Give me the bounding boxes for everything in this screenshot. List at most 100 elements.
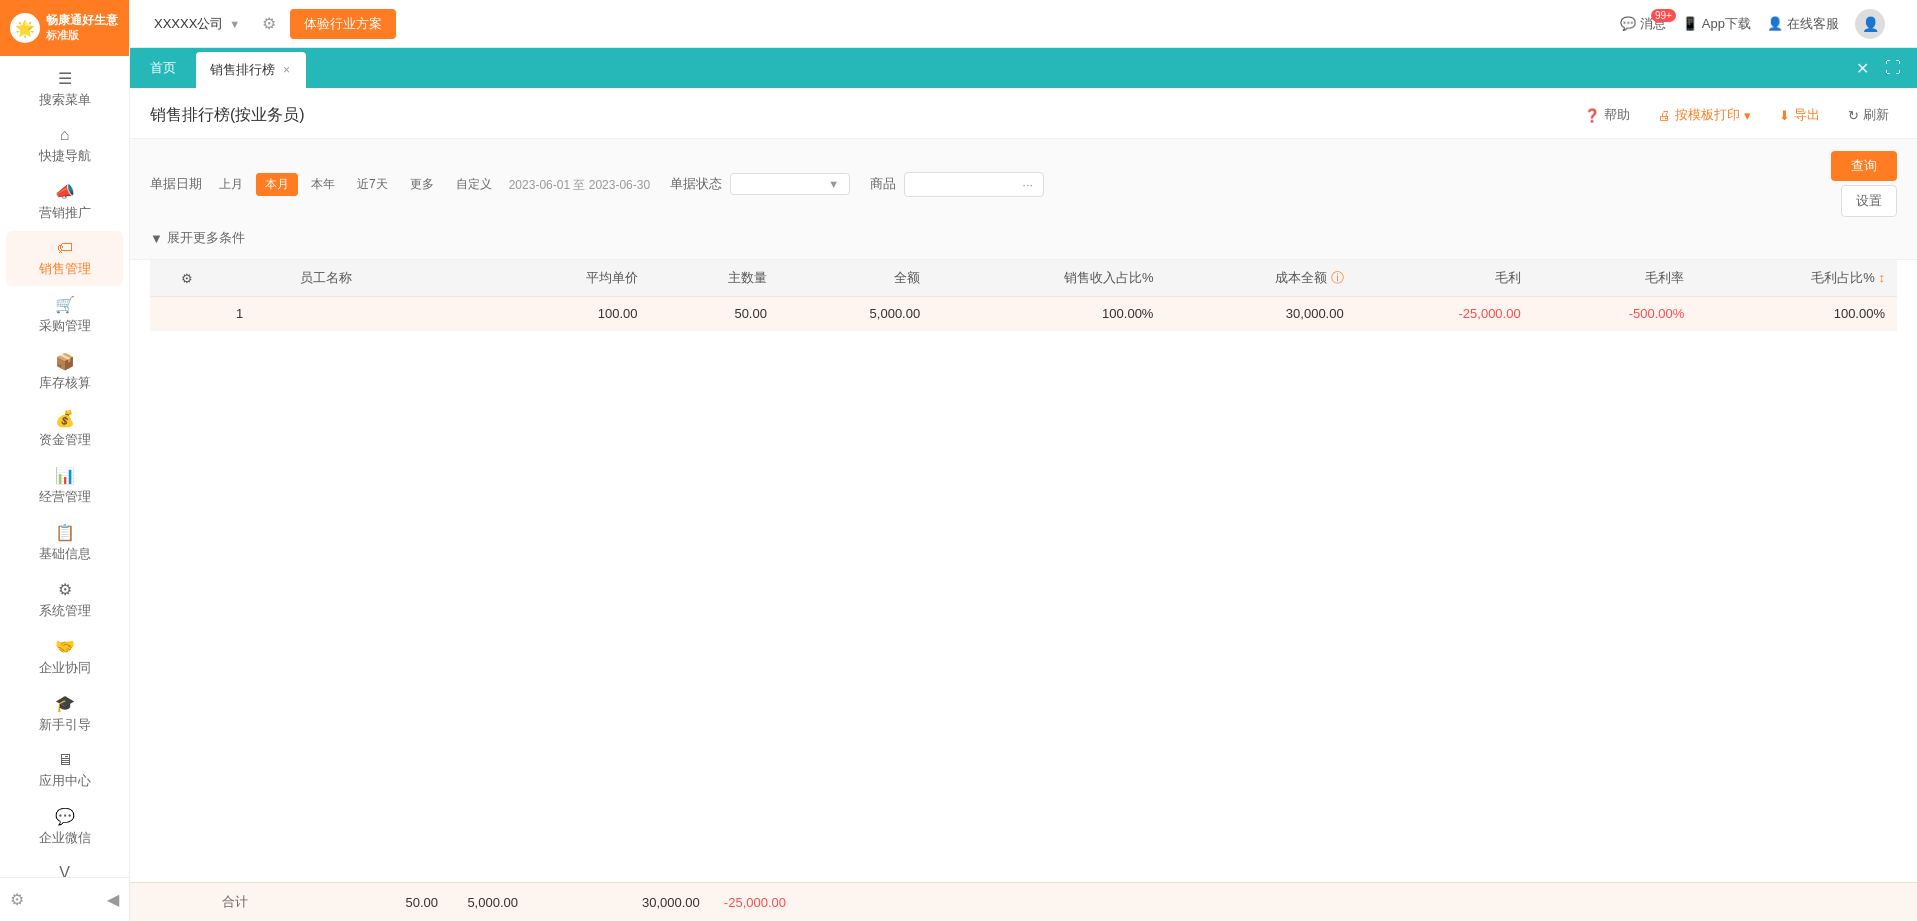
more-btn[interactable]: 更多 xyxy=(401,173,443,196)
avatar: 👤 xyxy=(1855,9,1885,39)
app-name: 畅康通好生意 xyxy=(46,13,118,29)
sidebar-item-app-center[interactable]: 🖥 应用中心 xyxy=(6,743,123,798)
expand-conditions-btn[interactable]: ▼ 展开更多条件 xyxy=(150,229,245,247)
sidebar-icon-base-info: 📋 xyxy=(55,523,75,542)
sidebar-settings-icon[interactable]: ⚙ xyxy=(6,886,28,913)
row-sales-ratio: 100.00% xyxy=(932,297,1165,331)
sidebar-label-purchase: 采购管理 xyxy=(39,317,91,335)
help-button[interactable]: ❓ 帮助 xyxy=(1576,102,1638,128)
sidebar-item-system[interactable]: ⚙ 系统管理 xyxy=(6,572,123,628)
refresh-label: 刷新 xyxy=(1863,106,1889,124)
sidebar: 🌟 畅康通好生意 标准版 ☰ 搜索菜单 ⌂ 快捷导航 📣 营销推广 🏷 销售管理… xyxy=(0,0,130,921)
sidebar-item-search[interactable]: ☰ 搜索菜单 xyxy=(6,61,123,117)
filter-status: 单据状态 ▼ xyxy=(670,173,850,195)
tabbar: 首页 销售排行榜 × ✕ ⛶ xyxy=(130,48,1917,88)
refresh-button[interactable]: ↻ 刷新 xyxy=(1840,102,1897,128)
message-icon: 💬 xyxy=(1620,16,1636,31)
sidebar-item-quick-nav[interactable]: ⌂ 快捷导航 xyxy=(6,118,123,173)
sidebar-icon-search: ☰ xyxy=(58,69,72,88)
tabbar-close-icon[interactable]: ✕ xyxy=(1852,55,1873,82)
row-amount: 5,000.00 xyxy=(779,297,932,331)
sidebar-label-enterprise: 企业协同 xyxy=(39,659,91,677)
sidebar-item-guide[interactable]: 🎓 新手引导 xyxy=(6,686,123,742)
row-profit: -25,000.00 xyxy=(1356,297,1533,331)
topbar-message[interactable]: 💬 消息 99+ xyxy=(1620,15,1666,33)
page-actions: ❓ 帮助 🖨 按模板打印 ▾ ⬇ 导出 ↻ 刷新 xyxy=(1576,102,1897,128)
service-icon: 👤 xyxy=(1767,16,1783,31)
this-month-btn[interactable]: 本月 xyxy=(256,173,298,196)
expand-icon: ▼ xyxy=(150,231,163,246)
sidebar-item-operations[interactable]: 📊 经营管理 xyxy=(6,458,123,514)
sidebar-icon-quick-nav: ⌂ xyxy=(60,126,70,144)
sidebar-item-base-info[interactable]: 📋 基础信息 xyxy=(6,515,123,571)
export-label: 导出 xyxy=(1794,106,1820,124)
last7-btn[interactable]: 近7天 xyxy=(348,173,397,196)
main-area: XXXXX公司 ▼ ⚙ 体验行业方案 💬 消息 99+ 📱 App下载 👤 在线… xyxy=(130,0,1917,921)
topbar-service[interactable]: 👤 在线客服 xyxy=(1767,15,1839,33)
table-row: 1 100.00 50.00 5,000.00 100.00% 30,000.0… xyxy=(150,297,1897,331)
expand-label: 展开更多条件 xyxy=(167,229,245,247)
sidebar-nav: ☰ 搜索菜单 ⌂ 快捷导航 📣 营销推广 🏷 销售管理 🛒 采购管理 📦 库存核… xyxy=(0,56,129,877)
print-dropdown-icon: ▾ xyxy=(1744,108,1751,123)
sidebar-label-finance: 资金管理 xyxy=(39,431,91,449)
sidebar-item-marketing[interactable]: 📣 营销推广 xyxy=(6,174,123,230)
sidebar-label-guide: 新手引导 xyxy=(39,716,91,734)
sidebar-label-base-info: 基础信息 xyxy=(39,545,91,563)
goods-input[interactable]: ··· xyxy=(904,172,1044,197)
tabbar-expand-icon[interactable]: ⛶ xyxy=(1881,55,1905,81)
goods-more-icon[interactable]: ··· xyxy=(1022,177,1033,192)
export-button[interactable]: ⬇ 导出 xyxy=(1771,102,1828,128)
page-header: 销售排行榜(按业务员) ❓ 帮助 🖨 按模板打印 ▾ ⬇ 导出 ↻ 刷新 xyxy=(130,88,1917,139)
topbar-gear-icon[interactable]: ⚙ xyxy=(258,10,280,37)
company-selector[interactable]: XXXXX公司 ▼ xyxy=(146,11,248,37)
sidebar-item-wechat[interactable]: 💬 企业微信 xyxy=(6,799,123,855)
sidebar-icon-wechat: 💬 xyxy=(55,807,75,826)
tab-sales-ranking[interactable]: 销售排行榜 × xyxy=(196,52,306,88)
goods-label: 商品 xyxy=(870,175,896,193)
industry-button[interactable]: 体验行业方案 xyxy=(290,9,396,39)
sidebar-label-system: 系统管理 xyxy=(39,602,91,620)
table-footer: 合计 50.00 5,000.00 30,000.00 -25,000.00 xyxy=(130,882,1917,921)
app-version: 标准版 xyxy=(46,28,118,43)
sidebar-item-sales[interactable]: 🏷 销售管理 xyxy=(6,231,123,286)
app-icon: 📱 xyxy=(1682,16,1698,31)
topbar-app-download[interactable]: 📱 App下载 xyxy=(1682,15,1751,33)
refresh-icon: ↻ xyxy=(1848,108,1859,123)
sidebar-icon-sales: 🏷 xyxy=(57,239,73,257)
sidebar-label-wechat: 企业微信 xyxy=(39,829,91,847)
date-buttons: 上月 本月 本年 近7天 更多 自定义 xyxy=(210,173,501,196)
sidebar-icon-finance: 💰 xyxy=(55,409,75,428)
query-button[interactable]: 查询 xyxy=(1831,151,1897,181)
sidebar-icon-member: V xyxy=(59,864,70,877)
help-label: 帮助 xyxy=(1604,106,1630,124)
sidebar-item-purchase[interactable]: 🛒 采购管理 xyxy=(6,287,123,343)
settings-button[interactable]: 设置 xyxy=(1841,185,1897,217)
filter-date: 单据日期 上月 本月 本年 近7天 更多 自定义 2023-06-01 至 20… xyxy=(150,173,650,196)
sidebar-icon-guide: 🎓 xyxy=(55,694,75,713)
print-button[interactable]: 🖨 按模板打印 ▾ xyxy=(1650,102,1759,128)
sidebar-item-finance[interactable]: 💰 资金管理 xyxy=(6,401,123,457)
sidebar-item-inventory[interactable]: 📦 库存核算 xyxy=(6,344,123,400)
company-name: XXXXX公司 xyxy=(154,15,223,33)
row-qty: 50.00 xyxy=(650,297,779,331)
filter-right-btns: 查询 设置 xyxy=(1831,151,1897,217)
sidebar-collapse-icon[interactable]: ◀ xyxy=(103,886,123,913)
status-select[interactable]: ▼ xyxy=(730,173,850,195)
sidebar-icon-app-center: 🖥 xyxy=(57,751,73,769)
custom-btn[interactable]: 自定义 xyxy=(447,173,501,196)
tab-home[interactable]: 首页 xyxy=(130,48,196,88)
th-settings[interactable]: ⚙ xyxy=(150,260,224,297)
this-year-btn[interactable]: 本年 xyxy=(302,173,344,196)
footer-amount: 5,000.00 xyxy=(450,895,530,910)
footer-cost: 30,000.00 xyxy=(630,895,712,910)
sidebar-label-marketing: 营销推广 xyxy=(39,204,91,222)
tab-close-icon[interactable]: × xyxy=(281,61,292,79)
sidebar-icon-inventory: 📦 xyxy=(55,352,75,371)
tabbar-right: ✕ ⛶ xyxy=(1852,48,1917,88)
sidebar-item-member[interactable]: V 畅会员 xyxy=(6,856,123,877)
date-label: 单据日期 xyxy=(150,175,202,193)
th-rank xyxy=(224,260,288,297)
sidebar-item-enterprise[interactable]: 🤝 企业协同 xyxy=(6,629,123,685)
prev-month-btn[interactable]: 上月 xyxy=(210,173,252,196)
help-icon: ❓ xyxy=(1584,108,1600,123)
